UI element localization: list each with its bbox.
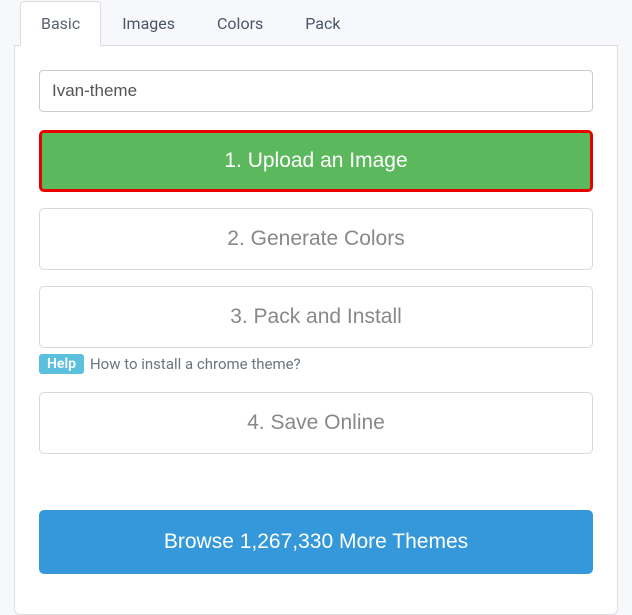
tab-bar: Basic Images Colors Pack	[14, 0, 618, 46]
help-row: Help How to install a chrome theme?	[39, 354, 593, 374]
help-text[interactable]: How to install a chrome theme?	[90, 355, 301, 373]
help-badge[interactable]: Help	[39, 354, 84, 374]
theme-name-input[interactable]	[39, 70, 593, 112]
tab-pack[interactable]: Pack	[284, 1, 361, 46]
tab-images[interactable]: Images	[101, 1, 196, 46]
generate-colors-button[interactable]: 2. Generate Colors	[39, 208, 593, 270]
basic-panel: 1. Upload an Image 2. Generate Colors 3.…	[14, 46, 618, 615]
browse-themes-button[interactable]: Browse 1,267,330 More Themes	[39, 510, 593, 574]
tab-colors[interactable]: Colors	[196, 1, 284, 46]
upload-image-button[interactable]: 1. Upload an Image	[39, 130, 593, 192]
save-online-button[interactable]: 4. Save Online	[39, 392, 593, 454]
tab-basic[interactable]: Basic	[20, 1, 101, 46]
pack-install-button[interactable]: 3. Pack and Install	[39, 286, 593, 348]
